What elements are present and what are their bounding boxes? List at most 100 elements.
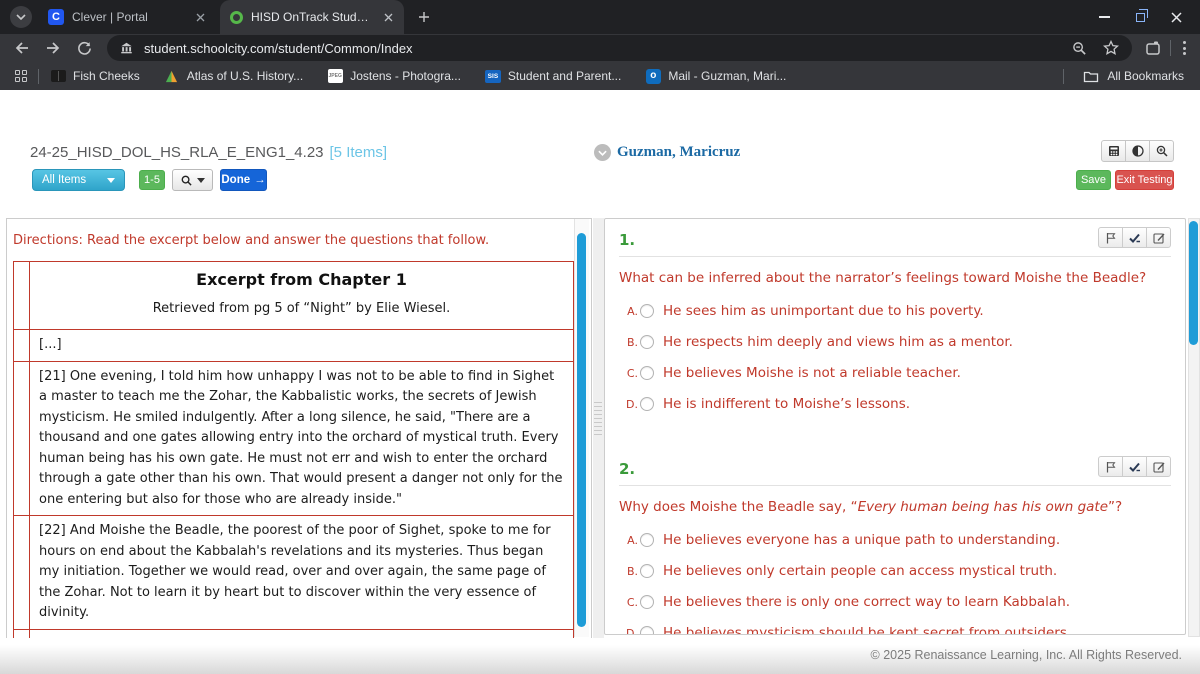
option-letter: A.	[627, 304, 638, 318]
outlook-icon: o	[645, 68, 661, 84]
splitter-grip-icon[interactable]	[594, 402, 602, 436]
passage-paragraph-22: [22] And Moishe the Beadle, the poorest …	[29, 515, 574, 630]
side-panel-icon[interactable]	[1144, 39, 1162, 57]
new-tab-button[interactable]	[412, 5, 436, 29]
option-text: He believes Moishe is not a reliable tea…	[663, 365, 961, 381]
window-minimize-button[interactable]	[1099, 16, 1110, 18]
radio-button[interactable]	[640, 335, 654, 349]
item-range-button[interactable]: 1-5	[139, 170, 165, 190]
search-dropdown-button[interactable]	[172, 169, 213, 191]
window-restore-button[interactable]	[1136, 8, 1148, 22]
bookmark-fish-cheeks[interactable]: Fish Cheeks	[50, 68, 140, 84]
check-icon	[1129, 462, 1140, 472]
flag-question-button[interactable]	[1098, 456, 1123, 477]
address-bar[interactable]: student.schoolcity.com/student/Common/In…	[107, 35, 1132, 61]
bookmark-label: Mail - Guzman, Mari...	[668, 69, 787, 83]
exit-testing-button[interactable]: Exit Testing	[1115, 170, 1174, 190]
tab-hisd-ontrack[interactable]: HISD OnTrack Student | Renais	[220, 0, 404, 34]
calculator-icon	[1108, 146, 1119, 156]
plus-icon	[419, 12, 429, 22]
tab-search-button[interactable]	[10, 6, 32, 28]
radio-button[interactable]	[640, 366, 654, 380]
option-letter: C.	[626, 595, 638, 609]
contrast-button[interactable]	[1125, 140, 1150, 162]
tab-clever-portal[interactable]: C Clever | Portal	[38, 0, 216, 34]
page-footer: © 2025 Renaissance Learning, Inc. All Ri…	[0, 638, 1200, 674]
bookmark-label: Atlas of U.S. History...	[186, 69, 304, 83]
option-a[interactable]: A. He sees him as unimportant due to his…	[619, 303, 1171, 319]
clever-favicon-icon: C	[48, 9, 64, 25]
passage-row: [...]	[13, 329, 574, 362]
bookmark-jostens[interactable]: JPEG Jostens - Photogra...	[327, 68, 461, 84]
bookmark-star-icon[interactable]	[1102, 39, 1120, 57]
save-button[interactable]: Save	[1076, 170, 1111, 190]
option-letter: A.	[627, 533, 638, 547]
flag-question-button[interactable]	[1098, 227, 1123, 248]
tab-close-icon[interactable]	[380, 9, 396, 25]
option-a[interactable]: A. He believes everyone has a unique pat…	[619, 532, 1171, 548]
check-icon	[1129, 233, 1140, 243]
site-info-icon[interactable]	[119, 41, 134, 55]
done-button[interactable]: Done →	[220, 169, 267, 191]
option-d[interactable]: D. He believes mysticism should be kept …	[619, 625, 1171, 635]
answer-options: A. He sees him as unimportant due to his…	[619, 303, 1171, 412]
notes-button[interactable]	[1146, 456, 1171, 477]
back-button[interactable]	[13, 39, 31, 57]
chevron-down-icon	[598, 150, 607, 156]
radio-button[interactable]	[640, 626, 654, 634]
answer-eliminator-button[interactable]	[1122, 227, 1147, 248]
bookmark-label: Student and Parent...	[507, 69, 622, 83]
question-text: What can be inferred about the narrator’…	[619, 270, 1147, 286]
browser-menu-button[interactable]	[1183, 41, 1186, 55]
apps-grid-icon[interactable]	[15, 70, 27, 82]
option-b[interactable]: B. He respects him deeply and views him …	[619, 334, 1171, 350]
questions-scrollbar-thumb[interactable]	[1189, 221, 1198, 345]
question-number: 2.	[619, 460, 636, 478]
book-icon	[50, 68, 66, 84]
calculator-button[interactable]	[1101, 140, 1126, 162]
option-d[interactable]: D. He is indifferent to Moishe’s lessons…	[619, 396, 1171, 412]
option-text: He believes mysticism should be kept sec…	[663, 625, 1072, 635]
chevron-down-icon	[16, 14, 26, 20]
option-b[interactable]: B. He believes only certain people can a…	[619, 563, 1171, 579]
bookmark-sis[interactable]: SIS Student and Parent...	[484, 68, 622, 84]
forward-button[interactable]	[44, 39, 62, 57]
zoom-indicator-icon[interactable]	[1070, 39, 1088, 57]
flag-icon	[1106, 232, 1116, 243]
item-filter-dropdown[interactable]: All Items	[32, 169, 125, 191]
url-text[interactable]: student.schoolcity.com/student/Common/In…	[144, 41, 413, 56]
question-1: 1. What can be inferred about the narrat…	[619, 219, 1171, 412]
items-count-badge[interactable]: [5 Items]	[330, 144, 388, 161]
radio-button[interactable]	[640, 595, 654, 609]
tab-close-icon[interactable]	[192, 9, 208, 25]
bookmark-atlas[interactable]: Atlas of U.S. History...	[164, 68, 303, 84]
option-c[interactable]: C. He believes Moishe is not a reliable …	[619, 365, 1171, 381]
test-name: 24-25_HISD_DOL_HS_RLA_E_ENG1_4.23	[30, 144, 324, 161]
all-bookmarks-button[interactable]: All Bookmarks	[1052, 68, 1200, 84]
bookmark-label: Jostens - Photogra...	[350, 69, 461, 83]
atlas-triangle-icon	[164, 68, 180, 84]
passage-scrollbar-thumb[interactable]	[577, 233, 586, 627]
student-avatar[interactable]	[594, 144, 611, 161]
bookmark-mail[interactable]: o Mail - Guzman, Mari...	[645, 68, 786, 84]
notes-button[interactable]	[1146, 227, 1171, 248]
radio-button[interactable]	[640, 397, 654, 411]
magnifier-button[interactable]	[1149, 140, 1174, 162]
question-number: 1.	[619, 231, 636, 249]
passage-row: [23] And in the course of those evenings…	[13, 628, 574, 638]
option-text: He believes only certain people can acce…	[663, 563, 1058, 579]
reload-button[interactable]	[75, 39, 93, 57]
option-text: He sees him as unimportant due to his po…	[663, 303, 984, 319]
zoom-in-icon	[1156, 145, 1168, 157]
window-close-button[interactable]	[1171, 11, 1182, 23]
jpeg-file-icon: JPEG	[327, 68, 343, 84]
passage-paragraph-23: [23] And in the course of those evenings…	[29, 628, 574, 638]
student-header: Guzman, Maricruz	[594, 144, 740, 161]
radio-button[interactable]	[640, 533, 654, 547]
copyright-text: © 2025 Renaissance Learning, Inc. All Ri…	[870, 648, 1182, 662]
option-c[interactable]: C. He believes there is only one correct…	[619, 594, 1171, 610]
questions-panel: 1. What can be inferred about the narrat…	[604, 218, 1186, 635]
radio-button[interactable]	[640, 304, 654, 318]
radio-button[interactable]	[640, 564, 654, 578]
answer-eliminator-button[interactable]	[1122, 456, 1147, 477]
